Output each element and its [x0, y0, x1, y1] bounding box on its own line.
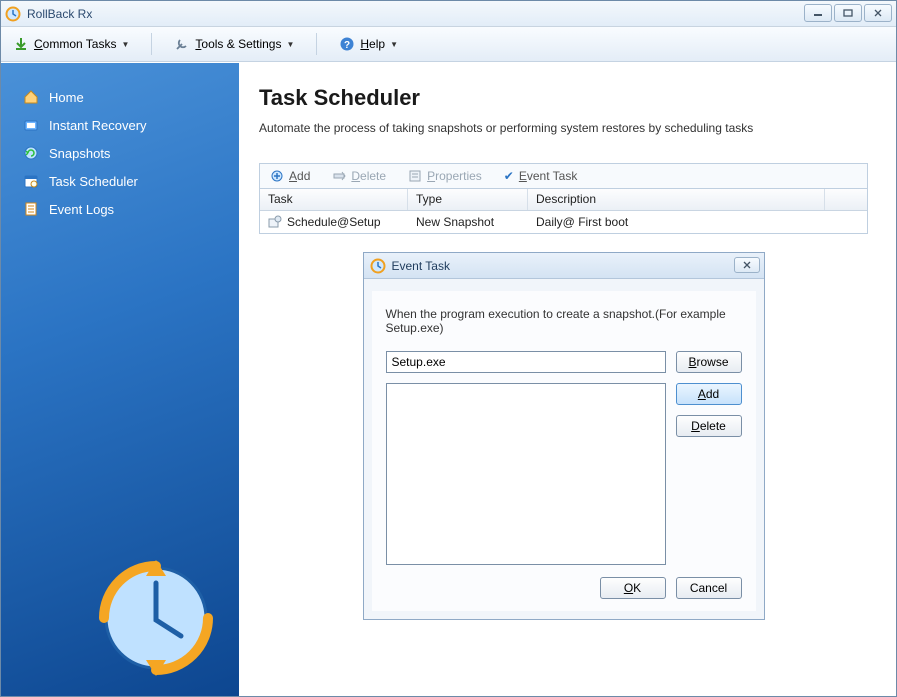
dialog-close-button[interactable] — [734, 257, 760, 273]
app-icon — [5, 6, 21, 22]
table-row[interactable]: Schedule@Setup New Snapshot Daily@ First… — [260, 211, 867, 233]
app-icon — [370, 258, 386, 274]
col-task[interactable]: Task — [260, 189, 408, 210]
ok-button[interactable]: OK — [600, 577, 666, 599]
properties-icon — [408, 169, 422, 183]
col-desc[interactable]: Description — [528, 189, 825, 210]
dialog-titlebar: Event Task — [364, 253, 764, 279]
sidebar-item-label: Task Scheduler — [49, 174, 138, 189]
event-task-button[interactable]: ✔ Event Task — [500, 168, 582, 184]
task-table-header: Task Type Description — [260, 189, 867, 211]
help-label: elp — [369, 37, 385, 51]
sidebar-item-label: Instant Recovery — [49, 118, 147, 133]
cell-desc: Daily@ First boot — [528, 211, 825, 233]
sidebar-item-label: Event Logs — [49, 202, 114, 217]
clock-logo-icon — [86, 548, 226, 678]
close-button[interactable] — [864, 4, 892, 22]
maximize-button[interactable] — [834, 4, 862, 22]
sidebar: Home Instant Recovery Snapshots Task Sch… — [1, 63, 239, 696]
browse-button[interactable]: Browse — [676, 351, 742, 373]
dialog-title: Event Task — [392, 259, 450, 273]
sidebar-item-event-logs[interactable]: Event Logs — [1, 195, 239, 223]
window-controls — [804, 4, 892, 22]
minimize-button[interactable] — [804, 4, 832, 22]
home-icon — [23, 89, 39, 105]
program-input[interactable] — [386, 351, 666, 373]
svg-text:?: ? — [344, 40, 350, 51]
sidebar-item-home[interactable]: Home — [1, 83, 239, 111]
page-title: Task Scheduler — [259, 85, 868, 111]
separator — [316, 33, 317, 55]
app-window: RollBack Rx Common Tasks ▼ Tools & Setti… — [0, 0, 897, 697]
col-type[interactable]: Type — [408, 189, 528, 210]
window-title: RollBack Rx — [27, 7, 92, 21]
dialog-footer: OK Cancel — [386, 565, 742, 599]
download-arrow-icon — [13, 36, 29, 52]
logs-icon — [23, 201, 39, 217]
help-icon: ? — [339, 36, 355, 52]
tools-icon — [174, 36, 190, 52]
check-icon: ✔ — [504, 169, 514, 183]
event-task-dialog: Event Task When the program execution to… — [363, 252, 765, 620]
add-icon — [270, 169, 284, 183]
task-row-icon — [268, 215, 282, 229]
task-panel: Add Delete Properties ✔ Event Task — [259, 163, 868, 234]
sidebar-item-instant-recovery[interactable]: Instant Recovery — [1, 111, 239, 139]
col-spacer — [825, 189, 867, 210]
tools-settings-menu[interactable]: Tools & Settings ▼ — [170, 34, 298, 54]
sidebar-item-task-scheduler[interactable]: Task Scheduler — [1, 167, 239, 195]
sidebar-item-snapshots[interactable]: Snapshots — [1, 139, 239, 167]
tools-settings-label: ools & Settings — [201, 37, 281, 51]
scheduler-icon — [23, 173, 39, 189]
snapshot-icon — [23, 145, 39, 161]
chevron-down-icon: ▼ — [121, 40, 129, 49]
chevron-down-icon: ▼ — [286, 40, 294, 49]
cell-task: Schedule@Setup — [260, 211, 408, 233]
cancel-button[interactable]: Cancel — [676, 577, 742, 599]
dialog-area: Event Task When the program execution to… — [259, 252, 868, 620]
add-task-button[interactable]: Add — [266, 168, 314, 184]
content-area: Task Scheduler Automate the process of t… — [239, 63, 896, 696]
page-description: Automate the process of taking snapshots… — [259, 121, 868, 135]
delete-task-button[interactable]: Delete — [328, 168, 390, 184]
titlebar: RollBack Rx — [1, 1, 896, 27]
common-tasks-menu[interactable]: Common Tasks ▼ — [9, 34, 133, 54]
separator — [151, 33, 152, 55]
cell-type: New Snapshot — [408, 211, 528, 233]
sidebar-item-label: Snapshots — [49, 146, 110, 161]
sidebar-item-label: Home — [49, 90, 84, 105]
recovery-icon — [23, 117, 39, 133]
task-toolbar: Add Delete Properties ✔ Event Task — [260, 164, 867, 189]
chevron-down-icon: ▼ — [390, 40, 398, 49]
delete-icon — [332, 169, 346, 183]
help-menu[interactable]: ? Help ▼ — [335, 34, 402, 54]
main-toolbar: Common Tasks ▼ Tools & Settings ▼ ? Help… — [1, 27, 896, 62]
add-button[interactable]: Add — [676, 383, 742, 405]
main-area: Home Instant Recovery Snapshots Task Sch… — [1, 62, 896, 696]
dialog-instruction: When the program execution to create a s… — [386, 307, 742, 335]
common-tasks-label: ommon Tasks — [43, 37, 117, 51]
properties-button[interactable]: Properties — [404, 168, 486, 184]
dialog-body: When the program execution to create a s… — [364, 279, 764, 619]
program-listbox[interactable] — [386, 383, 666, 565]
delete-button[interactable]: Delete — [676, 415, 742, 437]
